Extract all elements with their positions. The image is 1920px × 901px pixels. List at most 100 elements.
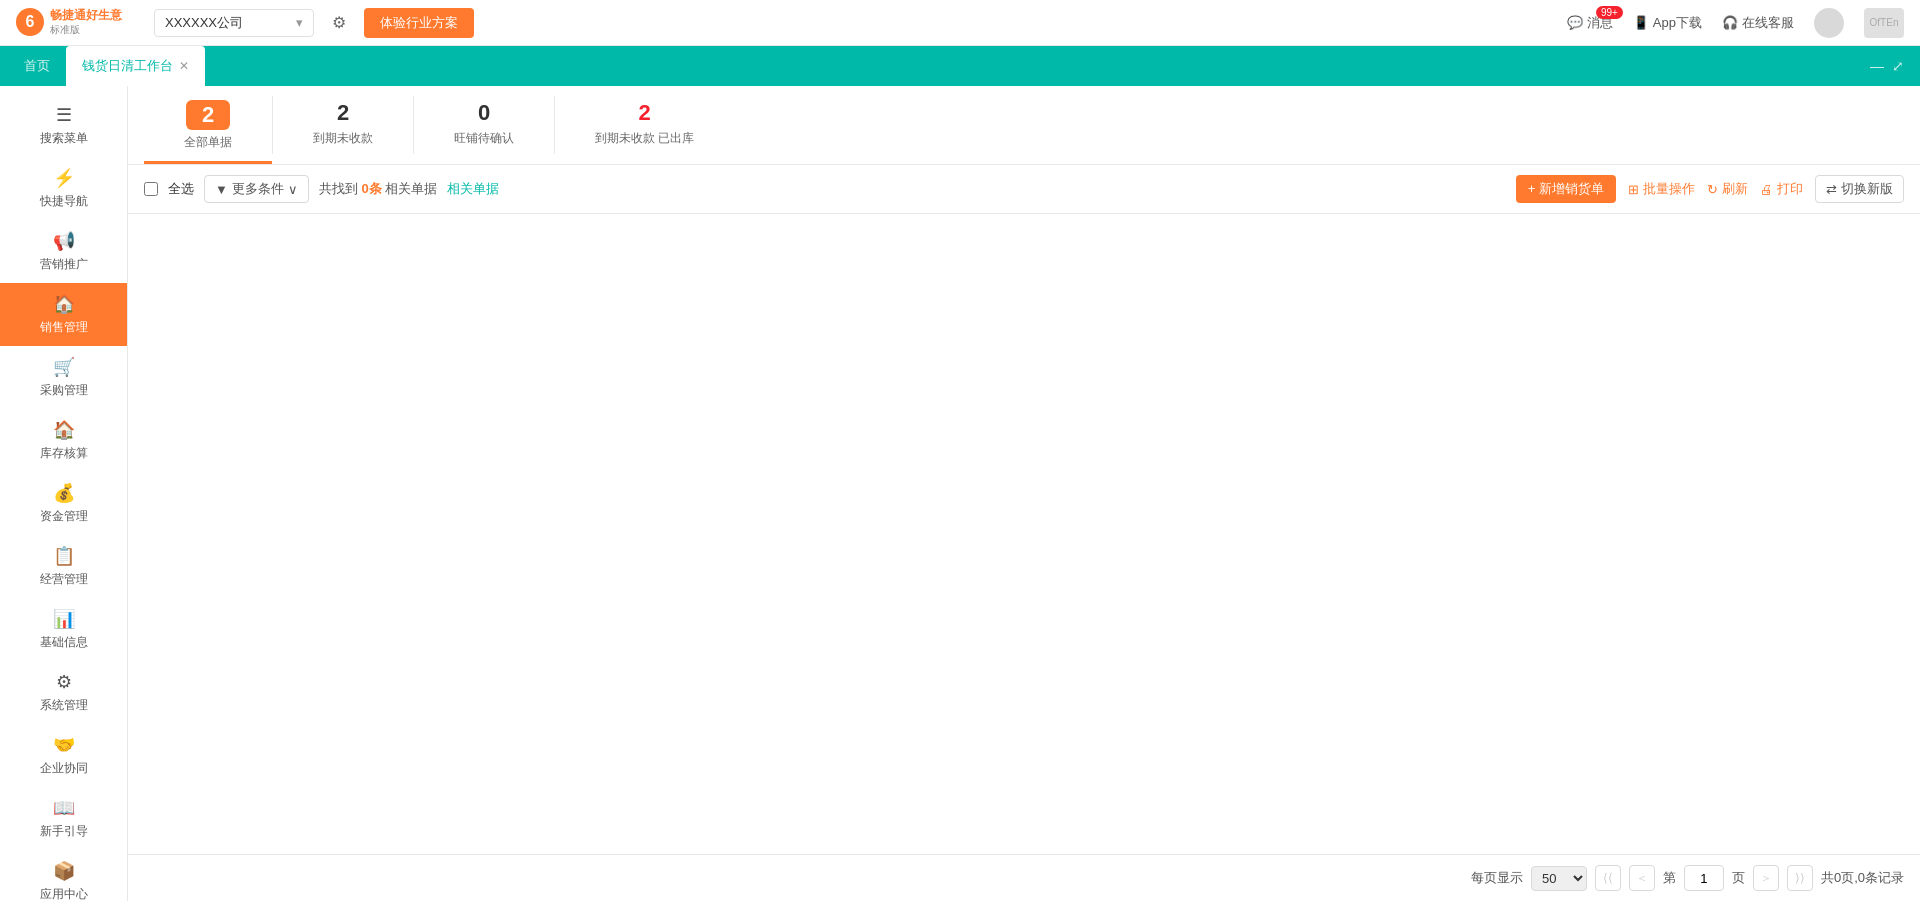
first-page-button[interactable]: ⟨⟨ xyxy=(1595,865,1621,891)
app-download-button[interactable]: 📱 App下载 xyxy=(1633,14,1702,32)
sidebar-label-sales: 销售管理 xyxy=(40,319,88,336)
batch-ops-button[interactable]: ⊞ 批量操作 xyxy=(1628,180,1695,198)
message-button[interactable]: 💬 消息 99+ xyxy=(1567,14,1613,32)
stat-tab-overdue[interactable]: 2 到期未收款 xyxy=(273,86,413,164)
page-text: 第 xyxy=(1663,869,1676,887)
sidebar-item-finance[interactable]: 💰 资金管理 xyxy=(0,472,127,535)
finance-icon: 💰 xyxy=(53,482,75,504)
sidebar-label-purchase: 采购管理 xyxy=(40,382,88,399)
sidebar-label-system: 系统管理 xyxy=(40,697,88,714)
enterprise-icon: 🤝 xyxy=(53,734,75,756)
tab-qianhuo-label: 钱货日清工作台 xyxy=(82,57,173,75)
print-label: 打印 xyxy=(1777,180,1803,198)
logo-area: 6 畅捷通好生意 标准版 xyxy=(16,8,144,36)
next-page-button[interactable]: ＞ xyxy=(1753,865,1779,891)
toolbar-left: 全选 ▼ 更多条件 ∨ 共找到 0条 相关单据 相关单据 xyxy=(144,175,499,203)
print-icon: 🖨 xyxy=(1760,182,1773,197)
add-sales-order-button[interactable]: + 新增销货单 xyxy=(1516,175,1616,203)
online-service-button[interactable]: 🎧 在线客服 xyxy=(1722,14,1794,32)
sidebar-item-system[interactable]: ⚙ 系统管理 xyxy=(0,661,127,724)
guide-icon: 📖 xyxy=(53,797,75,819)
sidebar-item-guide[interactable]: 📖 新手引导 xyxy=(0,787,127,850)
settings-button[interactable]: ⚙ xyxy=(324,8,354,38)
more-conditions-label: 更多条件 xyxy=(232,180,284,198)
phone-icon: 📱 xyxy=(1633,15,1649,30)
prev-page-button[interactable]: ＜ xyxy=(1629,865,1655,891)
sidebar-label-basics: 基础信息 xyxy=(40,634,88,651)
select-all-label: 全选 xyxy=(168,180,194,198)
purchase-icon: 🛒 xyxy=(53,356,75,378)
switch-icon: ⇄ xyxy=(1826,182,1837,197)
sidebar-item-sales[interactable]: 🏠 销售管理 xyxy=(0,283,127,346)
stat-tab-wangpu[interactable]: 0 旺铺待确认 xyxy=(414,86,554,164)
tab-qianhuo-close[interactable]: ✕ xyxy=(179,59,189,73)
sidebar-item-basics[interactable]: 📊 基础信息 xyxy=(0,598,127,661)
sidebar-item-search[interactable]: ☰ 搜索菜单 xyxy=(0,94,127,157)
quick-nav-icon: ⚡ xyxy=(53,167,75,189)
table-area xyxy=(128,214,1920,854)
stat-tab-shipped[interactable]: 2 到期未收款 已出库 xyxy=(555,86,734,164)
top-bar: 6 畅捷通好生意 标准版 XXXXXX公司 ▾ ⚙ 体验行业方案 💬 消息 99… xyxy=(0,0,1920,46)
sidebar-label-appstore: 应用中心 xyxy=(40,886,88,901)
page-text2: 页 xyxy=(1732,869,1745,887)
sidebar-item-appstore[interactable]: 📦 应用中心 xyxy=(0,850,127,901)
search-menu-icon: ☰ xyxy=(56,104,72,126)
refresh-label: 刷新 xyxy=(1722,180,1748,198)
message-icon: 💬 xyxy=(1567,15,1583,30)
sidebar-label-quicknav: 快捷导航 xyxy=(40,193,88,210)
minimize-icon[interactable]: — xyxy=(1870,58,1884,74)
batch-ops-label: 批量操作 xyxy=(1643,180,1695,198)
found-text: 共找到 0条 相关单据 xyxy=(319,180,437,198)
maximize-icon[interactable]: ⤢ xyxy=(1892,58,1904,74)
sidebar-label-guide: 新手引导 xyxy=(40,823,88,840)
chevron-down-icon: ▾ xyxy=(296,15,303,30)
company-selector[interactable]: XXXXXX公司 ▾ xyxy=(154,9,314,37)
sidebar: ☰ 搜索菜单 ⚡ 快捷导航 📢 营销推广 🏠 销售管理 🛒 采购管理 🏠 库存核… xyxy=(0,86,128,901)
online-service-label: 在线客服 xyxy=(1742,14,1794,32)
filter-icon: ▼ xyxy=(215,182,228,197)
tab-home[interactable]: 首页 xyxy=(8,46,66,86)
company-name: XXXXXX公司 xyxy=(165,14,243,32)
sidebar-item-purchase[interactable]: 🛒 采购管理 xyxy=(0,346,127,409)
stat-number-wangpu: 0 xyxy=(478,100,490,126)
toolbar: 全选 ▼ 更多条件 ∨ 共找到 0条 相关单据 相关单据 + 新增销货单 ⊞ 批… xyxy=(128,165,1920,214)
batch-ops-icon: ⊞ xyxy=(1628,182,1639,197)
switch-new-label: 切换新版 xyxy=(1841,180,1893,198)
pagination: 每页显示 50 100 200 ⟨⟨ ＜ 第 页 ＞ ⟩⟩ 共0页,0条记录 xyxy=(128,854,1920,901)
stat-tab-all[interactable]: 2 全部单据 xyxy=(144,86,272,164)
page-number-input[interactable] xyxy=(1684,865,1724,891)
window-controls: — ⤢ xyxy=(1862,58,1912,74)
stat-number-shipped: 2 xyxy=(639,100,651,126)
avatar[interactable] xyxy=(1814,8,1844,38)
sidebar-item-enterprise[interactable]: 🤝 企业协同 xyxy=(0,724,127,787)
print-button[interactable]: 🖨 打印 xyxy=(1760,180,1803,198)
related-docs-link[interactable]: 相关单据 xyxy=(447,180,499,198)
more-conditions-button[interactable]: ▼ 更多条件 ∨ xyxy=(204,175,309,203)
sidebar-item-operations[interactable]: 📋 经营管理 xyxy=(0,535,127,598)
sales-icon: 🏠 xyxy=(53,293,75,315)
chevron-down-filter-icon: ∨ xyxy=(288,182,298,197)
app-download-label: App下载 xyxy=(1653,14,1702,32)
stat-number-all: 2 xyxy=(186,100,230,130)
inventory-icon: 🏠 xyxy=(53,419,75,441)
logo-icon: 6 xyxy=(16,8,44,36)
sidebar-label-search: 搜索菜单 xyxy=(40,130,88,147)
tab-qianhuo[interactable]: 钱货日清工作台 ✕ xyxy=(66,46,205,86)
main-layout: ☰ 搜索菜单 ⚡ 快捷导航 📢 营销推广 🏠 销售管理 🛒 采购管理 🏠 库存核… xyxy=(0,86,1920,901)
last-page-button[interactable]: ⟩⟩ xyxy=(1787,865,1813,891)
switch-new-button[interactable]: ⇄ 切换新版 xyxy=(1815,175,1904,203)
sidebar-item-inventory[interactable]: 🏠 库存核算 xyxy=(0,409,127,472)
select-all-checkbox[interactable] xyxy=(144,182,158,196)
system-icon: ⚙ xyxy=(56,671,72,693)
sidebar-label-inventory: 库存核算 xyxy=(40,445,88,462)
sidebar-item-quicknav[interactable]: ⚡ 快捷导航 xyxy=(0,157,127,220)
headset-icon: 🎧 xyxy=(1722,15,1738,30)
sidebar-label-marketing: 营销推广 xyxy=(40,256,88,273)
per-page-select[interactable]: 50 100 200 xyxy=(1531,866,1587,891)
refresh-button[interactable]: ↻ 刷新 xyxy=(1707,180,1748,198)
stat-number-overdue: 2 xyxy=(337,100,349,126)
sidebar-item-marketing[interactable]: 📢 营销推广 xyxy=(0,220,127,283)
experience-button[interactable]: 体验行业方案 xyxy=(364,8,474,38)
stat-label-overdue: 到期未收款 xyxy=(313,130,373,147)
found-count: 0条 xyxy=(362,181,382,196)
